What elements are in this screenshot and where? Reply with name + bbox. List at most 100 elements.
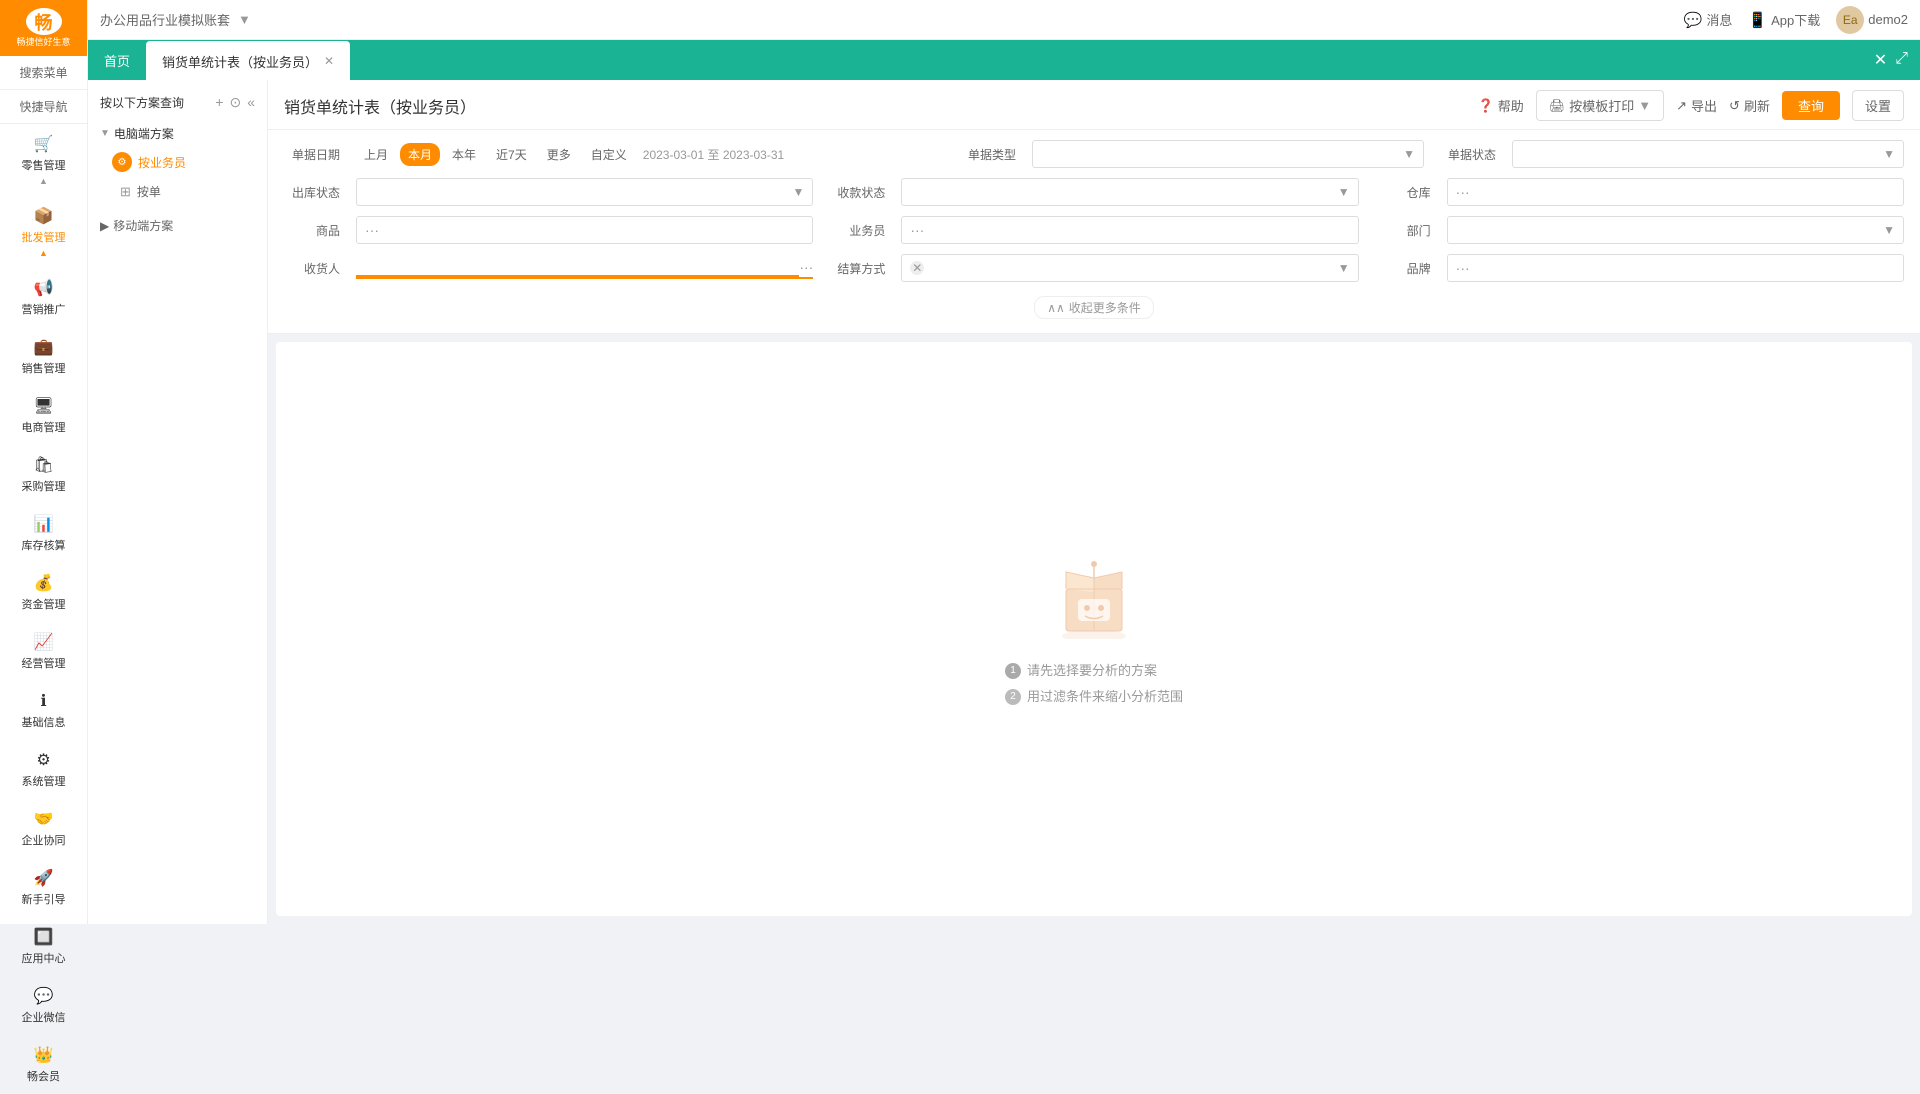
- goods-select[interactable]: ···: [356, 216, 813, 244]
- scheme-item-byorder[interactable]: ⊞ 按单: [88, 178, 267, 205]
- pc-scheme-title: 电脑端方案: [114, 125, 174, 142]
- filter-row-4: 收货人 ··· 结算方式 ✕ ▼ 品牌: [284, 254, 1904, 282]
- sidebar-item-sales[interactable]: 💼 销售管理: [0, 327, 87, 386]
- sidebar-item-newbie-label: 新手引导: [22, 891, 66, 907]
- filter-area: 单据日期 上月 本月 本年 近7天 更多 自定义 2023-03-01 至 20…: [268, 130, 1920, 334]
- left-panel-title: 按以下方案查询: [100, 94, 184, 111]
- empty-state: 1 请先选择要分析的方案 2 用过滤条件来缩小分析范围: [276, 342, 1912, 916]
- payment-arrow: ▼: [1338, 261, 1350, 275]
- warehouse-dots: ···: [1456, 184, 1470, 200]
- sidebar-search[interactable]: 搜索菜单: [0, 56, 87, 90]
- payment-clear-icon[interactable]: ✕: [910, 261, 924, 275]
- topbar-dropdown-arrow[interactable]: ▼: [238, 12, 251, 27]
- consignee-input[interactable]: [356, 257, 799, 277]
- retail-arrow: ▲: [39, 176, 48, 186]
- sidebar-item-ecommerce-label: 电商管理: [22, 419, 66, 435]
- salesperson-select[interactable]: ···: [901, 216, 1358, 244]
- sidebar-item-appcenter[interactable]: 🔲 应用中心: [0, 917, 87, 976]
- doc-type-select[interactable]: ▼: [1032, 140, 1424, 168]
- sidebar-item-inventory[interactable]: 📊 库存核算: [0, 504, 87, 563]
- sidebar-item-ecommerce[interactable]: 🖥 电商管理: [0, 386, 87, 445]
- doc-status-label: 单据状态: [1440, 146, 1496, 163]
- brand-control: ···: [1447, 254, 1904, 282]
- page-title: 销货单统计表（按业务员）: [284, 94, 476, 118]
- date-btn-7days[interactable]: 近7天: [488, 143, 535, 166]
- left-panel-icons: + ⊙ «: [215, 94, 255, 111]
- step-1-text: 请先选择要分析的方案: [1027, 658, 1157, 684]
- edit-scheme-icon[interactable]: ⊙: [229, 94, 241, 111]
- tab-close-window-icon[interactable]: ✕: [1874, 50, 1887, 70]
- refresh-button[interactable]: ↺ 刷新: [1729, 96, 1770, 115]
- collapse-panel-icon[interactable]: «: [247, 94, 255, 111]
- doc-type-label: 单据类型: [960, 146, 1016, 163]
- mobile-scheme-title: 移动端方案: [113, 217, 173, 234]
- out-status-control: ▼: [356, 178, 813, 206]
- tab-close-button[interactable]: ✕: [324, 54, 334, 68]
- collapse-button[interactable]: ∧∧ 收起更多条件: [1034, 296, 1154, 319]
- user-profile[interactable]: Ea demo2: [1836, 6, 1908, 34]
- mobile-scheme-label[interactable]: ▶ 移动端方案: [88, 213, 267, 238]
- warehouse-select[interactable]: ···: [1447, 178, 1904, 206]
- sidebar-item-marketing[interactable]: 📢 营销推广: [0, 268, 87, 327]
- sidebar-item-enterprise[interactable]: 🤝 企业协同: [0, 799, 87, 858]
- tab-sales-stats[interactable]: 销货单统计表（按业务员） ✕: [146, 41, 350, 81]
- tab-maximize-icon[interactable]: ⤢: [1895, 50, 1908, 70]
- sidebar-item-wechat[interactable]: 💬 企业微信: [0, 976, 87, 1035]
- doc-status-arrow: ▼: [1883, 147, 1895, 161]
- message-button[interactable]: 💬 消息: [1684, 10, 1733, 29]
- salesperson-dots: ···: [910, 222, 924, 238]
- sidebar-item-operations[interactable]: 📈 经营管理: [0, 622, 87, 681]
- sidebar-item-basic[interactable]: ℹ 基础信息: [0, 681, 87, 740]
- pc-scheme-group: ▼ 电脑端方案 ⚙ 按业务员 ⊞ 按单: [88, 117, 267, 209]
- sidebar-item-retail[interactable]: 🛒 零售管理 ▲: [0, 124, 87, 196]
- date-range-display: 2023-03-01 至 2023-03-31: [643, 146, 784, 163]
- receipt-status-label: 收款状态: [829, 184, 885, 201]
- dept-select[interactable]: ▼: [1447, 216, 1904, 244]
- date-btn-current-month[interactable]: 本月: [400, 143, 440, 166]
- sidebar-item-operations-label: 经营管理: [22, 655, 66, 671]
- pc-scheme-label[interactable]: ▼ 电脑端方案: [88, 121, 267, 146]
- date-btn-custom[interactable]: 自定义: [583, 143, 635, 166]
- export-button[interactable]: ↗ 导出: [1676, 96, 1717, 115]
- settings-button[interactable]: 设置: [1852, 90, 1904, 121]
- sidebar-logo: 畅 畅捷信好生意: [0, 0, 87, 56]
- sidebar-item-newbie[interactable]: 🚀 新手引导: [0, 858, 87, 917]
- receipt-status-select[interactable]: ▼: [901, 178, 1358, 206]
- brand-select[interactable]: ···: [1447, 254, 1904, 282]
- logo-icon: 畅: [26, 8, 62, 35]
- date-btn-current-year[interactable]: 本年: [444, 143, 484, 166]
- doc-status-select[interactable]: ▼: [1512, 140, 1904, 168]
- page-header: 销货单统计表（按业务员） ❓ 帮助 🖨 按模板打印 ▼ ↗ 导出: [268, 80, 1920, 130]
- home-tab-label: 首页: [104, 51, 130, 70]
- date-filter-control: 上月 本月 本年 近7天 更多 自定义 2023-03-01 至 2023-03…: [356, 143, 944, 166]
- date-btn-last-month[interactable]: 上月: [356, 143, 396, 166]
- mobile-scheme-group: ▶ 移动端方案: [88, 209, 267, 242]
- query-button[interactable]: 查询: [1782, 91, 1840, 120]
- operations-icon: 📈: [34, 632, 54, 652]
- help-button[interactable]: ❓ 帮助: [1478, 96, 1524, 115]
- dept-control: ▼: [1447, 216, 1904, 244]
- tab-home[interactable]: 首页: [88, 40, 146, 80]
- download-icon: 📱: [1748, 11, 1767, 29]
- sidebar-item-purchase-label: 采购管理: [22, 478, 66, 494]
- consignee-dots[interactable]: ···: [799, 259, 813, 275]
- doc-type-arrow: ▼: [1403, 147, 1415, 161]
- goods-control: ···: [356, 216, 813, 244]
- refresh-icon: ↺: [1729, 98, 1740, 114]
- payment-label: 结算方式: [829, 260, 885, 277]
- payment-select[interactable]: ✕ ▼: [901, 254, 1358, 282]
- filter-row-3: 商品 ··· 业务员 ··· 部门: [284, 216, 1904, 244]
- sidebar-item-wholesale[interactable]: 📦 批发管理 ▲: [0, 196, 87, 268]
- sidebar-item-purchase[interactable]: 🛍 采购管理: [0, 445, 87, 504]
- add-scheme-icon[interactable]: +: [215, 94, 223, 111]
- sidebar-quick-nav[interactable]: 快捷导航: [0, 90, 87, 124]
- template-print-button[interactable]: 🖨 按模板打印 ▼: [1536, 90, 1664, 121]
- date-btn-more[interactable]: 更多: [539, 143, 579, 166]
- app-download-button[interactable]: 📱 App下载: [1748, 10, 1820, 29]
- out-status-select[interactable]: ▼: [356, 178, 813, 206]
- sidebar-item-member[interactable]: 👑 畅会员: [0, 1035, 87, 1094]
- scheme-item-salesperson[interactable]: ⚙ 按业务员: [88, 146, 267, 178]
- sidebar-item-finance[interactable]: 💰 资金管理: [0, 563, 87, 622]
- finance-icon: 💰: [34, 573, 54, 593]
- sidebar-item-system[interactable]: ⚙ 系统管理: [0, 740, 87, 799]
